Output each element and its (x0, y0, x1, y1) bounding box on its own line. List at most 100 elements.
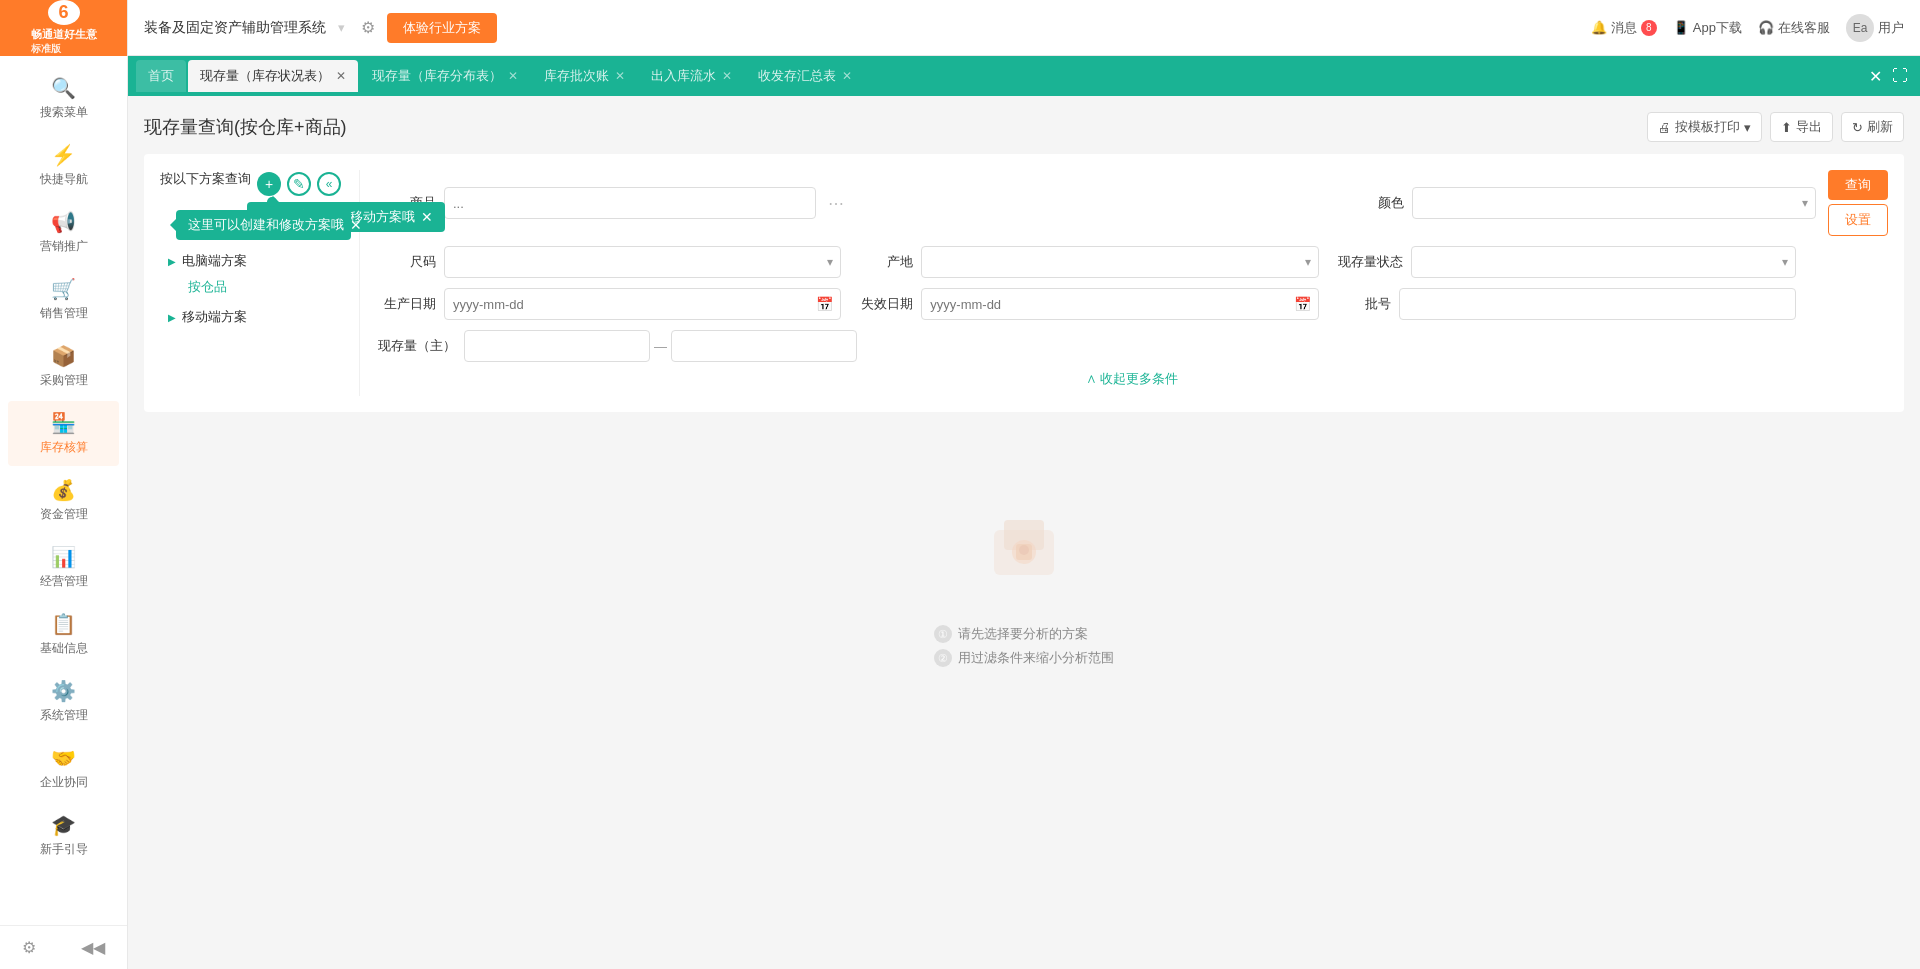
logo-icon: 6 (48, 0, 80, 25)
sidebar-item-system[interactable]: ⚙️ 系统管理 (8, 669, 119, 734)
page-title: 现存量查询(按仓库+商品) (144, 115, 347, 139)
scheme-group-desktop-header[interactable]: ▶ 电脑端方案 (160, 248, 351, 274)
exp-date-calendar-icon[interactable]: 📅 (1294, 296, 1311, 312)
tooltip2-close[interactable]: ✕ (350, 217, 362, 233)
sidebar-item-label: 采购管理 (40, 372, 88, 389)
print-btn[interactable]: 🖨 按模板打印 ▾ (1647, 112, 1762, 142)
app-download-action[interactable]: 📱 App下载 (1673, 19, 1742, 37)
sidebar-item-search[interactable]: 🔍 搜索菜单 (8, 66, 119, 131)
color-select-wrap: ▾ (1412, 187, 1816, 219)
scheme-group-desktop: ▶ 电脑端方案 按仓品 (160, 248, 351, 300)
tab-collect[interactable]: 收发存汇总表 ✕ (746, 60, 864, 92)
sidebar-item-label: 库存核算 (40, 439, 88, 456)
scheme-group-mobile-header[interactable]: ▶ 移动端方案 (160, 304, 351, 330)
filter-body: 按以下方案查询 + ✎ 电脑方案可设为移动方案哦 ✕ « (160, 170, 1888, 396)
dropdown-icon: ▾ (1744, 120, 1751, 135)
handshake-icon: 🤝 (51, 746, 76, 770)
mobile-icon: 📱 (1673, 20, 1689, 35)
filter-rows: 商品 ⋯ 颜色 ▾ (376, 170, 1888, 362)
scheme-tree: ▶ 电脑端方案 按仓品 ▶ 移动端方案 (160, 248, 351, 330)
sidebar-item-basic[interactable]: 📋 基础信息 (8, 602, 119, 667)
tab-expand[interactable]: ⛶ (1892, 67, 1908, 85)
tab-home[interactable]: 首页 (136, 60, 186, 92)
stock-status-select[interactable] (1411, 246, 1796, 278)
sidebar-item-guide[interactable]: 🎓 新手引导 (8, 803, 119, 868)
edit-scheme-btn[interactable]: ✎ (287, 172, 311, 196)
mobile-group-label: 移动端方案 (182, 308, 247, 326)
exp-date-wrap: 📅 (921, 288, 1318, 320)
sidebar-item-purchase[interactable]: 📦 采购管理 (8, 334, 119, 399)
stock-main-max-input[interactable] (671, 330, 857, 362)
guide-icon: 🎓 (51, 813, 76, 837)
scheme-panel: 按以下方案查询 + ✎ 电脑方案可设为移动方案哦 ✕ « (160, 170, 360, 396)
sidebar-item-label: 快捷导航 (40, 171, 88, 188)
tab-close-all[interactable]: ✕ (1869, 67, 1882, 86)
sidebar-item-sales[interactable]: 🛒 销售管理 (8, 267, 119, 332)
experience-btn[interactable]: 体验行业方案 (387, 13, 497, 43)
sidebar-item-label: 系统管理 (40, 707, 88, 724)
export-btn[interactable]: ⬆ 导出 (1770, 112, 1833, 142)
tab-inventory-dist-close[interactable]: ✕ (508, 69, 518, 83)
prod-date-input[interactable] (444, 288, 841, 320)
goods-dots-btn[interactable]: ⋯ (824, 194, 848, 213)
tab-batch[interactable]: 库存批次账 ✕ (532, 60, 637, 92)
filter-field-stock-main: 现存量（主） — (376, 330, 857, 362)
size-label: 尺码 (376, 253, 436, 271)
chart-icon: 📊 (51, 545, 76, 569)
stock-main-min-input[interactable] (464, 330, 650, 362)
tab-inout[interactable]: 出入库流水 ✕ (639, 60, 744, 92)
sidebar-item-marketing[interactable]: 📢 营销推广 (8, 200, 119, 265)
tooltip1-close[interactable]: ✕ (421, 209, 433, 225)
query-button[interactable]: 查询 (1828, 170, 1888, 200)
tabbar: 首页 现存量（库存状况表） ✕ 现存量（库存分布表） ✕ 库存批次账 ✕ 出入库… (128, 56, 1920, 96)
sidebar-item-operation[interactable]: 📊 经营管理 (8, 535, 119, 600)
tooltip-scheme-create: 这里可以创建和修改方案哦 ✕ (176, 210, 351, 240)
sidebar-settings-btn[interactable]: ⚙ (22, 938, 36, 957)
refresh-icon: ↻ (1852, 120, 1863, 135)
tab-collect-close[interactable]: ✕ (842, 69, 852, 83)
tab-inventory-status[interactable]: 现存量（库存状况表） ✕ (188, 60, 358, 92)
tab-batch-label: 库存批次账 (544, 67, 609, 85)
collapse-row[interactable]: ∧ 收起更多条件 (376, 362, 1888, 396)
exp-date-input[interactable] (921, 288, 1318, 320)
filter-field-batch: 批号 (1331, 288, 1796, 320)
message-action[interactable]: 🔔 消息 8 (1591, 19, 1657, 37)
sidebar-bottom: ⚙ ◀◀ (0, 925, 127, 969)
empty-steps-list: ① 请先选择要分析的方案 ② 用过滤条件来缩小分析范围 (934, 625, 1114, 673)
origin-select[interactable] (921, 246, 1318, 278)
origin-select-wrap: ▾ (921, 246, 1318, 278)
sidebar-collapse-btn[interactable]: ◀◀ (81, 938, 105, 957)
scheme-item-warehouse[interactable]: 按仓品 (160, 274, 351, 300)
reset-button[interactable]: 设置 (1828, 204, 1888, 236)
goods-input[interactable] (444, 187, 816, 219)
export-icon: ⬆ (1781, 120, 1792, 135)
tab-inventory-dist[interactable]: 现存量（库存分布表） ✕ (360, 60, 530, 92)
refresh-btn[interactable]: ↻ 刷新 (1841, 112, 1904, 142)
tab-inout-close[interactable]: ✕ (722, 69, 732, 83)
sidebar-item-finance[interactable]: 💰 资金管理 (8, 468, 119, 533)
back-scheme-btn[interactable]: « (317, 172, 341, 196)
sidebar-item-quick[interactable]: ⚡ 快捷导航 (8, 133, 119, 198)
user-action[interactable]: Ea 用户 (1846, 14, 1904, 42)
sidebar-nav: 🔍 搜索菜单 ⚡ 快捷导航 📢 营销推广 🛒 销售管理 📦 采购管理 🏪 库存核… (0, 56, 127, 925)
size-select[interactable] (444, 246, 841, 278)
filter-field-size: 尺码 ▾ (376, 246, 841, 278)
prod-date-wrap: 📅 (444, 288, 841, 320)
collapse-icon: ∧ (1086, 371, 1097, 386)
batch-input[interactable] (1399, 288, 1796, 320)
megaphone-icon: 📢 (51, 210, 76, 234)
tab-inventory-status-close[interactable]: ✕ (336, 69, 346, 83)
sidebar-item-label: 企业协同 (40, 774, 88, 791)
prod-date-calendar-icon[interactable]: 📅 (816, 296, 833, 312)
stock-status-label: 现存量状态 (1331, 253, 1403, 271)
tab-batch-close[interactable]: ✕ (615, 69, 625, 83)
tab-collect-label: 收发存汇总表 (758, 67, 836, 85)
sidebar-item-inventory[interactable]: 🏪 库存核算 (8, 401, 119, 466)
settings-gear-icon[interactable]: ⚙ (361, 18, 375, 37)
online-support-action[interactable]: 🎧 在线客服 (1758, 19, 1830, 37)
color-select[interactable] (1412, 187, 1816, 219)
sidebar-item-enterprise[interactable]: 🤝 企业协同 (8, 736, 119, 801)
stock-main-range: — (464, 330, 857, 362)
page-actions: 🖨 按模板打印 ▾ ⬆ 导出 ↻ 刷新 (1647, 112, 1904, 142)
filter-field-prod-date: 生产日期 📅 (376, 288, 841, 320)
